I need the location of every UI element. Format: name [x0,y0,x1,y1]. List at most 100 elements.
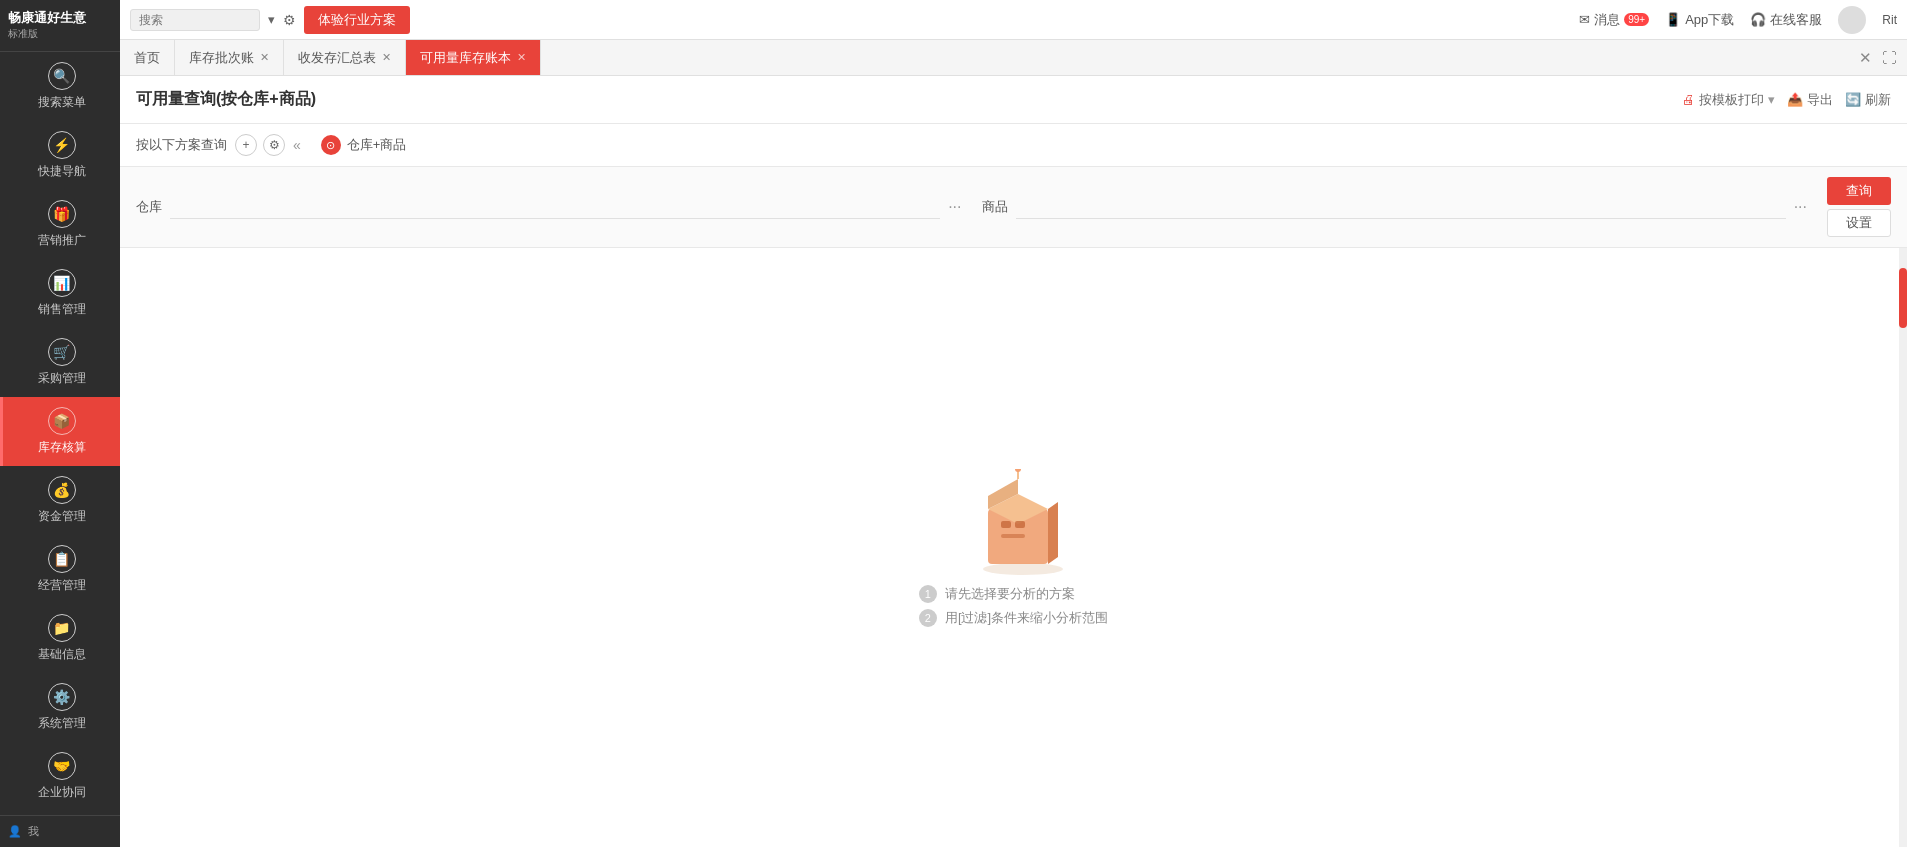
sidebar-item-marketing[interactable]: 🎁 营销推广 [0,190,120,259]
warehouse-more-icon[interactable]: ··· [948,198,961,216]
hint-text-2: 用[过滤]条件来缩小分析范围 [945,609,1108,627]
sidebar-label-marketing: 营销推广 [38,232,86,249]
username[interactable]: Rit [1882,13,1897,27]
filter-buttons: 查询 设置 [1827,177,1891,237]
export-btn[interactable]: 📤 导出 [1787,91,1833,109]
print-label: 按模板打印 [1699,91,1764,109]
marketing-icon: 🎁 [48,200,76,228]
tab-summary-close[interactable]: ✕ [382,51,391,64]
dropdown-arrow-icon[interactable]: ▾ [268,12,275,27]
sidebar-label-inventory: 库存核算 [38,439,86,456]
sidebar-label-purchase: 采购管理 [38,370,86,387]
export-label: 导出 [1807,91,1833,109]
scrollbar-thumb[interactable] [1899,268,1907,328]
sidebar-item-sales[interactable]: 📊 销售管理 [0,259,120,328]
message-btn[interactable]: ✉ 消息 99 [1579,11,1649,29]
goods-more-icon[interactable]: ··· [1794,198,1807,216]
tab-summary-label: 收发存汇总表 [298,49,376,67]
refresh-btn[interactable]: 🔄 刷新 [1845,91,1891,109]
hint-num-2: 2 [919,609,937,627]
message-icon: ✉ [1579,12,1590,27]
app-title: 畅康通好生意 [8,10,112,27]
main-content: ▾ ⚙ 体验行业方案 ✉ 消息 99 📱 App下载 🎧 在线客服 Rit 首页 [120,0,1907,847]
tabbar: 首页 库存批次账 ✕ 收发存汇总表 ✕ 可用量库存账本 ✕ ✕ ⛶ [120,40,1907,76]
app-subtitle: 标准版 [8,27,112,41]
svg-marker-3 [1048,502,1058,564]
empty-hint-2: 2 用[过滤]条件来缩小分析范围 [919,609,1108,627]
sidebar-item-search[interactable]: 🔍 搜索菜单 [0,52,120,121]
page-header: 可用量查询(按仓库+商品) 🖨 按模板打印 ▾ 📤 导出 🔄 刷新 [120,76,1907,124]
message-badge: 99 [1624,13,1649,26]
scrollbar[interactable] [1899,248,1907,847]
empty-hint-1: 1 请先选择要分析的方案 [919,585,1108,603]
tab-available-close[interactable]: ✕ [517,51,526,64]
window-expand-icon[interactable]: ⛶ [1880,47,1899,68]
tab-home[interactable]: 首页 [120,40,175,75]
gear-icon[interactable]: ⚙ [283,12,296,28]
tab-summary[interactable]: 收发存汇总表 ✕ [284,40,406,75]
filter-fields-area: 仓库 ··· 商品 ··· 查询 设置 [120,167,1907,248]
settings-button[interactable]: 设置 [1827,209,1891,237]
tab-available[interactable]: 可用量库存账本 ✕ [406,40,541,75]
filter-add-btn[interactable]: + [235,134,257,156]
tab-available-label: 可用量库存账本 [420,49,511,67]
goods-input[interactable] [1016,195,1786,219]
tab-batch[interactable]: 库存批次账 ✕ [175,40,284,75]
sidebar-bottom-label: 我 [28,824,39,839]
app-download-label: App下载 [1685,11,1734,29]
print-icon: 🖨 [1682,92,1695,107]
empty-hints: 1 请先选择要分析的方案 2 用[过滤]条件来缩小分析范围 [919,585,1108,627]
svg-point-9 [1015,469,1021,472]
window-close-icon[interactable]: ✕ [1857,47,1874,69]
sales-icon: 📊 [48,269,76,297]
refresh-label: 刷新 [1865,91,1891,109]
sidebar-item-system[interactable]: ⚙️ 系统管理 [0,673,120,742]
sidebar-item-operations[interactable]: 📋 经营管理 [0,535,120,604]
page-header-actions: 🖨 按模板打印 ▾ 📤 导出 🔄 刷新 [1682,91,1891,109]
sidebar-item-inventory[interactable]: 📦 库存核算 [0,397,120,466]
export-icon: 📤 [1787,92,1803,107]
sidebar-label-sales: 销售管理 [38,301,86,318]
sidebar: 畅康通好生意 标准版 🔍 搜索菜单 ⚡ 快捷导航 🎁 营销推广 📊 销售管理 🛒… [0,0,120,847]
sidebar-label-system: 系统管理 [38,715,86,732]
inventory-icon: 📦 [48,407,76,435]
print-btn[interactable]: 🖨 按模板打印 ▾ [1682,91,1775,109]
hint-num-1: 1 [919,585,937,603]
tab-window-controls: ✕ ⛶ [1849,40,1907,75]
tab-batch-label: 库存批次账 [189,49,254,67]
print-dropdown-icon[interactable]: ▾ [1768,92,1775,107]
filter-scheme-label: 按以下方案查询 [136,136,227,154]
svg-rect-6 [1015,521,1025,528]
sidebar-item-basic[interactable]: 📁 基础信息 [0,604,120,673]
filter-collapse-btn[interactable]: « [293,137,301,153]
content-area: 1 请先选择要分析的方案 2 用[过滤]条件来缩小分析范围 [120,248,1907,847]
sidebar-nav: 🔍 搜索菜单 ⚡ 快捷导航 🎁 营销推广 📊 销售管理 🛒 采购管理 📦 库存核… [0,52,120,815]
online-service-btn[interactable]: 🎧 在线客服 [1750,11,1822,29]
app-download-btn[interactable]: 📱 App下载 [1665,11,1734,29]
scheme-warehouse-goods[interactable]: ⊙ 仓库+商品 [321,135,407,155]
page-title: 可用量查询(按仓库+商品) [136,89,316,110]
avatar[interactable] [1838,6,1866,34]
query-button[interactable]: 查询 [1827,177,1891,205]
filter-settings-btn[interactable]: ⚙ [263,134,285,156]
tab-batch-close[interactable]: ✕ [260,51,269,64]
sidebar-item-purchase[interactable]: 🛒 采购管理 [0,328,120,397]
operations-icon: 📋 [48,545,76,573]
message-label: 消息 [1594,11,1620,29]
filter-scheme-area: 按以下方案查询 + ⚙ « ⊙ 仓库+商品 [120,124,1907,167]
svg-point-0 [983,563,1063,575]
sidebar-item-finance[interactable]: 💰 资金管理 [0,466,120,535]
online-service-label: 在线客服 [1770,11,1822,29]
warehouse-input[interactable] [170,195,940,219]
sidebar-item-enterprise[interactable]: 🤝 企业协同 [0,742,120,811]
goods-field: 商品 ··· [982,195,1808,219]
empty-state: 1 请先选择要分析的方案 2 用[过滤]条件来缩小分析范围 [919,469,1108,627]
warehouse-field: 仓库 ··· [136,195,962,219]
svg-rect-7 [1001,534,1025,538]
sidebar-item-shortcut[interactable]: ⚡ 快捷导航 [0,121,120,190]
sidebar-bottom[interactable]: 👤 我 [0,815,120,847]
scheme-selected-icon: ⊙ [321,135,341,155]
industry-btn[interactable]: 体验行业方案 [304,6,410,34]
sidebar-label-operations: 经营管理 [38,577,86,594]
search-input[interactable] [130,9,260,31]
